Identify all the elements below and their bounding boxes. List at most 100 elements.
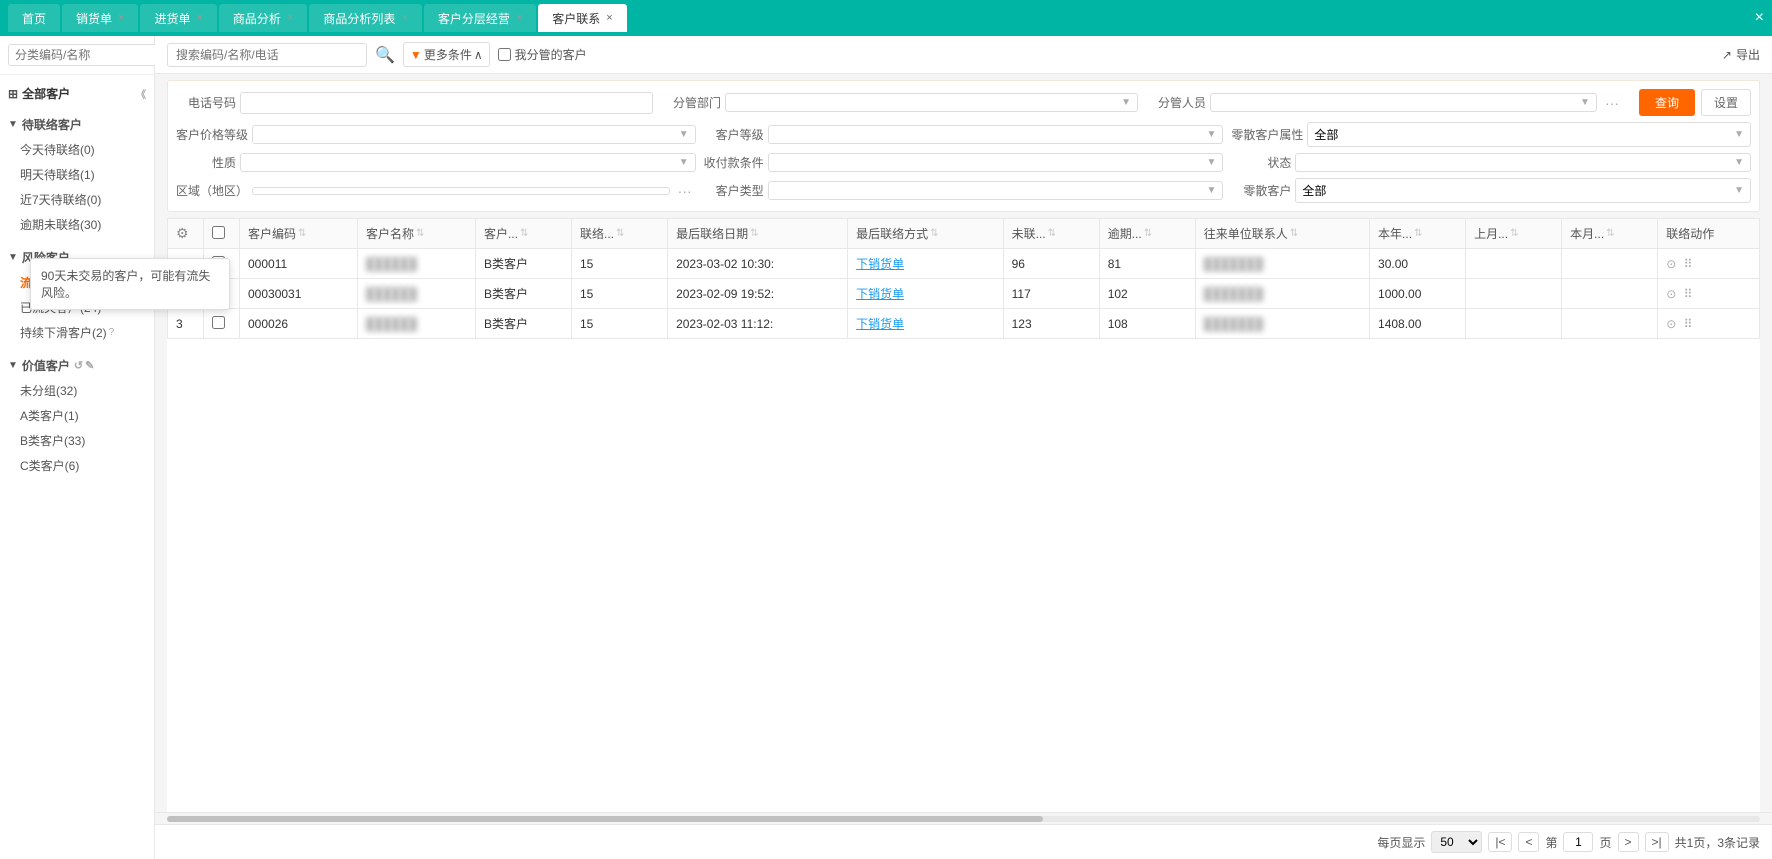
person-select[interactable]: ▼: [1210, 93, 1597, 112]
help-icon-declining[interactable]: ?: [109, 327, 115, 338]
th-action: 联络动作: [1658, 219, 1760, 249]
sidebar-item-tomorrow-pending[interactable]: 明天待联络(1): [0, 162, 154, 187]
cell-uncontact-1: 117: [1003, 279, 1099, 309]
page-number-input[interactable]: [1563, 832, 1593, 852]
table-header-row: ⚙ 客户编码 ⇅ 客户名称: [168, 219, 1760, 249]
region-select[interactable]: [252, 187, 670, 195]
link-order-type-0[interactable]: 下销货单: [856, 257, 904, 271]
scroll-thumb[interactable]: [167, 816, 1043, 822]
sort-last-date-icon[interactable]: ⇅: [750, 228, 758, 239]
main-layout: 🔍 ⊞ 全部客户 《 ▼ 待联络客户 今天待联络(0) 明天待联络(1): [0, 36, 1772, 859]
cell-this-year-1: 1000.00: [1370, 279, 1466, 309]
sidebar-item-today-pending[interactable]: 今天待联络(0): [0, 137, 154, 162]
action-more-icon-1[interactable]: ⠿: [1684, 287, 1693, 301]
export-button[interactable]: ↗ 导出: [1722, 46, 1760, 63]
price-grade-select[interactable]: ▼: [252, 125, 696, 144]
first-page-button[interactable]: |<: [1488, 832, 1512, 852]
customer-type-select[interactable]: ▼: [768, 181, 1224, 200]
person-more-icon[interactable]: ···: [1601, 95, 1623, 111]
sidebar-all-customers[interactable]: ⊞ 全部客户 《: [0, 79, 154, 108]
sidebar-item-week-pending[interactable]: 近7天待联络(0): [0, 187, 154, 212]
customer-grade-select[interactable]: ▼: [768, 125, 1224, 144]
tab-bar: 首页 销货单 × 进货单 × 商品分析 × 商品分析列表 × 客户分层经营 × …: [0, 0, 1772, 36]
tab-purchase-order[interactable]: 进货单 ×: [140, 4, 216, 32]
sort-last-type-icon[interactable]: ⇅: [930, 228, 938, 239]
sort-this-year-icon[interactable]: ⇅: [1414, 228, 1422, 239]
sidebar-item-declining[interactable]: 持续下滑客户(2) ?: [0, 320, 154, 345]
sort-grade-icon[interactable]: ⇅: [520, 228, 528, 239]
payment-select[interactable]: ▼: [768, 153, 1224, 172]
zero-attr-select[interactable]: 全部 ▼: [1307, 122, 1751, 147]
cell-grade-1: B类客户: [475, 279, 571, 309]
sidebar-item-c-class[interactable]: C类客户(6): [0, 453, 154, 478]
action-contact-icon-1[interactable]: ⊙: [1666, 287, 1676, 301]
filter-payment: 收付款条件 ▼: [704, 153, 1224, 172]
phone-input[interactable]: [240, 92, 653, 114]
tab-product-analysis-list[interactable]: 商品分析列表 ×: [309, 4, 421, 32]
cell-this-month-2: [1562, 309, 1658, 339]
link-order-type-2[interactable]: 下销货单: [856, 317, 904, 331]
sidebar-search-input[interactable]: [8, 44, 177, 66]
th-checkbox: [204, 219, 240, 249]
cell-contact-0: 15: [572, 249, 668, 279]
select-all-checkbox[interactable]: [212, 226, 225, 239]
row-checkbox-2[interactable]: [212, 316, 225, 329]
per-page-select[interactable]: 50 100: [1431, 831, 1482, 853]
sort-overdue-icon[interactable]: ⇅: [1144, 228, 1152, 239]
more-filter-button[interactable]: ▼ 更多条件 ∧: [403, 42, 490, 67]
tab-customer-contact[interactable]: 客户联系 ×: [538, 4, 626, 32]
sort-uncontact-icon[interactable]: ⇅: [1048, 228, 1056, 239]
sidebar-item-ungrouped[interactable]: 未分组(32): [0, 378, 154, 403]
th-overdue: 逾期... ⇅: [1099, 219, 1195, 249]
query-button[interactable]: 查询: [1639, 89, 1695, 116]
close-all-tabs[interactable]: ×: [1755, 9, 1764, 27]
link-order-type-1[interactable]: 下销货单: [856, 287, 904, 301]
tab-customer-segment[interactable]: 客户分层经营 ×: [424, 4, 536, 32]
search-button[interactable]: 🔍: [375, 45, 395, 65]
table-row: 3 000026 ██████ B类客户 15 2023-02-03 11:12…: [168, 309, 1760, 339]
sidebar-group-pending-header[interactable]: ▼ 待联络客户: [0, 112, 154, 137]
region-more-icon[interactable]: ···: [674, 183, 696, 199]
sidebar-item-b-class[interactable]: B类客户(33): [0, 428, 154, 453]
dept-select[interactable]: ▼: [725, 93, 1138, 112]
table-settings-icon[interactable]: ⚙: [176, 225, 189, 241]
sort-unit-contact-icon[interactable]: ⇅: [1290, 228, 1298, 239]
action-contact-icon-2[interactable]: ⊙: [1666, 317, 1676, 331]
cell-overdue-2: 108: [1099, 309, 1195, 339]
sidebar-item-overdue-pending[interactable]: 逾期未联络(30): [0, 212, 154, 237]
settings-value-icon[interactable]: ✎: [85, 359, 94, 372]
sort-last-month-icon[interactable]: ⇅: [1510, 228, 1518, 239]
close-tab-product-analysis-list[interactable]: ×: [401, 12, 407, 24]
next-page-button[interactable]: >: [1618, 832, 1639, 852]
sidebar-item-a-class[interactable]: A类客户(1): [0, 403, 154, 428]
nature-select[interactable]: ▼: [240, 153, 696, 172]
tab-sales-order[interactable]: 销货单 ×: [62, 4, 138, 32]
close-tab-product-analysis[interactable]: ×: [287, 12, 293, 24]
last-page-button[interactable]: >|: [1645, 832, 1669, 852]
close-tab-customer-segment[interactable]: ×: [516, 12, 522, 24]
zero-customer-select[interactable]: 全部 ▼: [1295, 178, 1751, 203]
sort-code-icon[interactable]: ⇅: [298, 228, 306, 239]
action-more-icon-2[interactable]: ⠿: [1684, 317, 1693, 331]
close-tab-purchase-order[interactable]: ×: [196, 12, 202, 24]
settings-button[interactable]: 设置: [1701, 89, 1751, 116]
my-customers-checkbox-area: 我分管的客户: [498, 46, 587, 63]
sort-this-month-icon[interactable]: ⇅: [1606, 228, 1614, 239]
tab-home[interactable]: 首页: [8, 4, 60, 32]
action-contact-icon-0[interactable]: ⊙: [1666, 257, 1676, 271]
tab-product-analysis[interactable]: 商品分析 ×: [219, 4, 307, 32]
sidebar-collapse-icon[interactable]: 《: [136, 86, 146, 101]
filter-person: 分管人员 ▼ ···: [1146, 93, 1623, 112]
close-tab-customer-contact[interactable]: ×: [606, 12, 612, 24]
filter-dept: 分管部门 ▼: [661, 93, 1138, 112]
sort-contact-icon[interactable]: ⇅: [616, 228, 624, 239]
my-customers-checkbox[interactable]: [498, 48, 511, 61]
close-tab-sales-order[interactable]: ×: [118, 12, 124, 24]
prev-page-button[interactable]: <: [1518, 832, 1539, 852]
sidebar-group-value-header[interactable]: ▼ 价值客户 ↺ ✎: [0, 353, 154, 378]
edit-value-icon[interactable]: ↺: [74, 359, 83, 372]
status-select[interactable]: ▼: [1295, 153, 1751, 172]
search-input[interactable]: [167, 43, 367, 67]
sort-name-icon[interactable]: ⇅: [416, 228, 424, 239]
action-more-icon-0[interactable]: ⠿: [1684, 257, 1693, 271]
